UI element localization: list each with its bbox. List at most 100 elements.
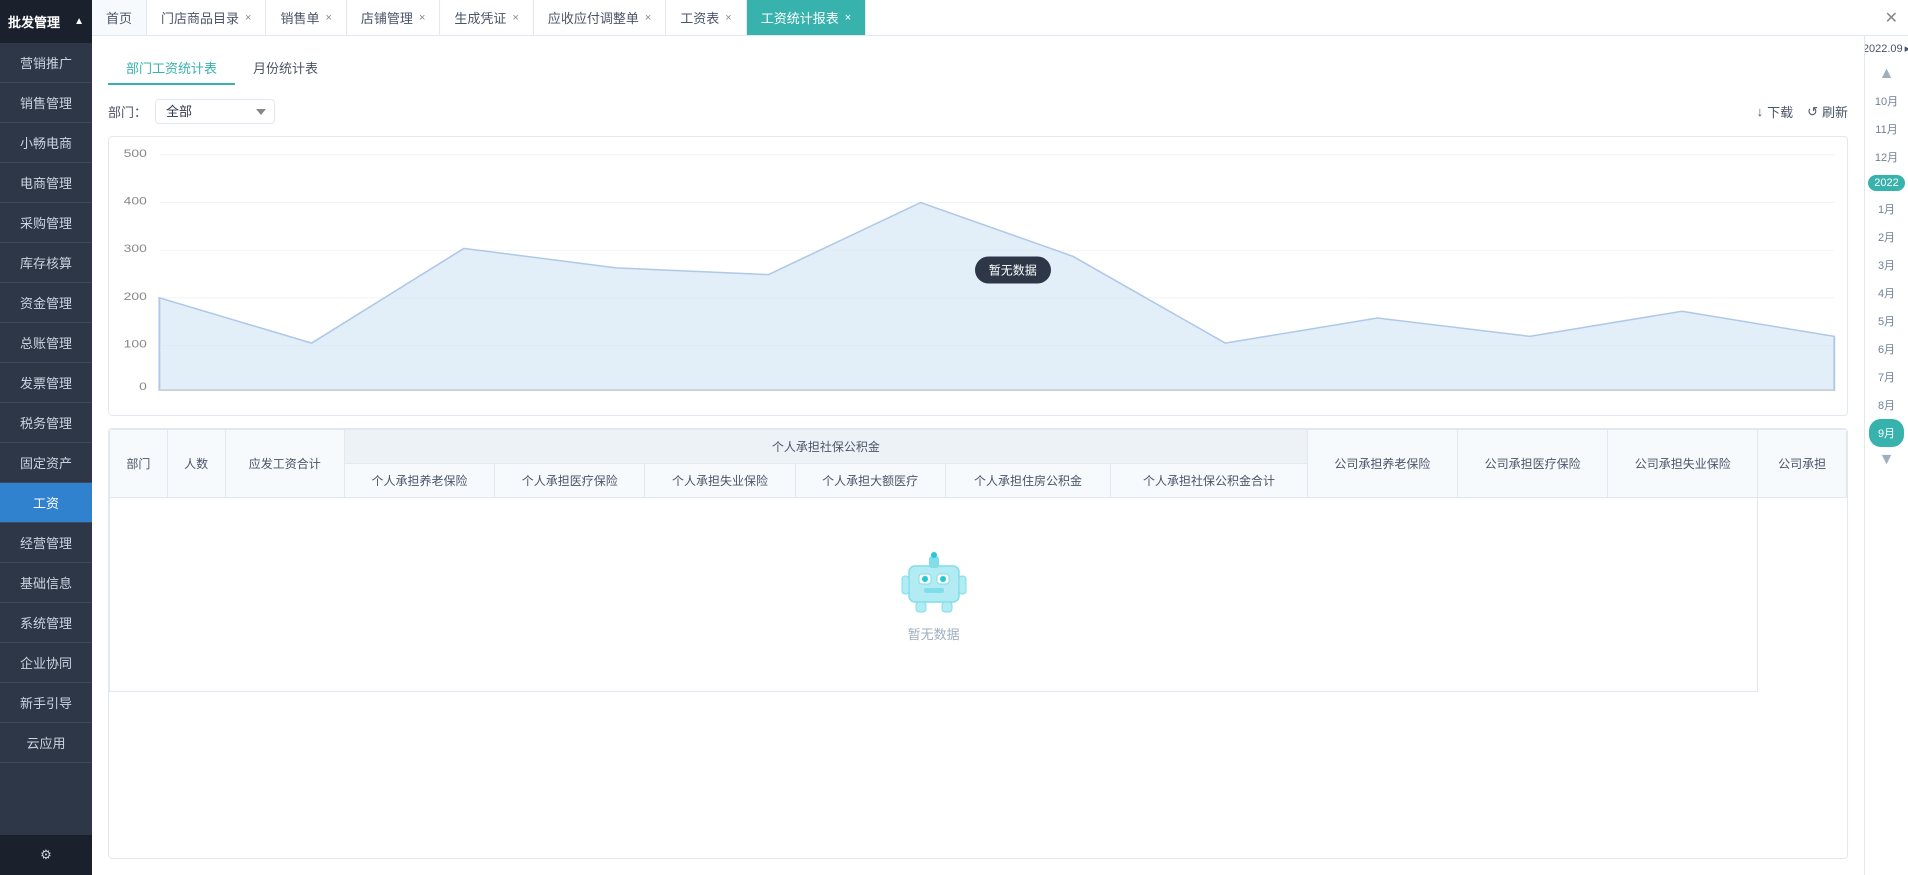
tab-工资统计报表[interactable]: 工资统计报表× xyxy=(747,0,866,35)
sidebar-item-小畅电商[interactable]: 小畅电商 xyxy=(0,123,92,163)
sub-tabs: 部门工资统计表月份统计表 xyxy=(108,52,1848,85)
sidebar-item-工资[interactable]: 工资 xyxy=(0,483,92,523)
th-company-unemployment: 公司承担失业保险 xyxy=(1608,430,1758,498)
sidebar-item-营销推广[interactable]: 营销推广 xyxy=(0,43,92,83)
timeline-month-3[interactable]: 3月 xyxy=(1865,251,1908,279)
tab-bar: 首页门店商品目录×销售单×店铺管理×生成凭证×应收应付调整单×工资表×工资统计报… xyxy=(92,0,1908,36)
timeline-month-1[interactable]: 1月 xyxy=(1865,195,1908,223)
main-area: 首页门店商品目录×销售单×店铺管理×生成凭证×应收应付调整单×工资表×工资统计报… xyxy=(92,0,1908,875)
th-personal-medical: 个人承担医疗保险 xyxy=(495,464,645,498)
timeline-month-4[interactable]: 4月 xyxy=(1865,279,1908,307)
sidebar-toggle-icon: ▲ xyxy=(74,16,84,27)
svg-text:0: 0 xyxy=(139,381,147,393)
tab-首页[interactable]: 首页 xyxy=(92,0,147,35)
sidebar-item-库存核算[interactable]: 库存核算 xyxy=(0,243,92,283)
sidebar-item-系统管理[interactable]: 系统管理 xyxy=(0,603,92,643)
th-count: 人数 xyxy=(167,430,225,498)
sidebar-item-电商管理[interactable]: 电商管理 xyxy=(0,163,92,203)
download-icon: ↓ xyxy=(1757,104,1764,119)
dept-select[interactable]: 全部 xyxy=(155,99,275,124)
data-table: 部门 人数 应发工资合计 个人承担社保公积金 公司承担养老保险 公司承担医疗保险… xyxy=(109,429,1847,692)
tab-close-icon[interactable]: × xyxy=(325,12,331,24)
no-data-tooltip: 暂无数据 xyxy=(975,257,1051,284)
timeline-month-12[interactable]: 12月 xyxy=(1865,143,1908,171)
download-label: 下载 xyxy=(1767,102,1793,121)
tab-销售单[interactable]: 销售单× xyxy=(266,0,346,35)
page-content: 部门工资统计表月份统计表 部门： 全部 ↓ 下载 ↺ 刷新 xyxy=(92,36,1864,875)
sidebar-item-新手引导[interactable]: 新手引导 xyxy=(0,683,92,723)
sub-tab-部门工资统计表[interactable]: 部门工资统计表 xyxy=(108,52,235,85)
timeline-month-11[interactable]: 11月 xyxy=(1865,115,1908,143)
content-area: 部门工资统计表月份统计表 部门： 全部 ↓ 下载 ↺ 刷新 xyxy=(92,36,1908,875)
timeline-month-10[interactable]: 10月 xyxy=(1865,87,1908,115)
sidebar-item-云应用[interactable]: 云应用 xyxy=(0,723,92,763)
sidebar-items: 营销推广销售管理小畅电商电商管理采购管理库存核算资金管理总账管理发票管理税务管理… xyxy=(0,43,92,763)
sidebar-item-发票管理[interactable]: 发票管理 xyxy=(0,363,92,403)
tab-生成凭证[interactable]: 生成凭证 × xyxy=(440,0,533,35)
tab-close-icon[interactable]: × xyxy=(845,12,851,24)
sidebar: 批发管理 ▲ 营销推广销售管理小畅电商电商管理采购管理库存核算资金管理总账管理发… xyxy=(0,0,92,875)
timeline-month-9[interactable]: 9月 xyxy=(1869,419,1904,447)
tab-店铺管理[interactable]: 店铺管理× xyxy=(347,0,440,35)
th-company-medical: 公司承担医疗保险 xyxy=(1457,430,1607,498)
svg-text:100: 100 xyxy=(124,338,147,350)
timeline-month-2[interactable]: 2月 xyxy=(1865,223,1908,251)
th-dept: 部门 xyxy=(110,430,168,498)
dept-label: 部门： xyxy=(108,102,147,121)
tab-close-icon[interactable]: × xyxy=(512,12,518,24)
sidebar-footer[interactable]: ⚙ xyxy=(0,835,92,875)
download-button[interactable]: ↓ 下载 xyxy=(1757,102,1794,121)
refresh-button[interactable]: ↺ 刷新 xyxy=(1807,102,1848,121)
th-personal-big-medical: 个人承担大额医疗 xyxy=(795,464,945,498)
timeline-month-5[interactable]: 5月 xyxy=(1865,307,1908,335)
close-all-button[interactable]: ✕ xyxy=(1875,8,1908,28)
timeline-top-label[interactable]: 2022.09 ▸ xyxy=(1864,36,1908,61)
tabs-container: 首页门店商品目录×销售单×店铺管理×生成凭证×应收应付调整单×工资表×工资统计报… xyxy=(92,0,866,35)
timeline-down-arrow[interactable]: ▼ xyxy=(1875,447,1899,473)
th-personal-unemployment: 个人承担失业保险 xyxy=(645,464,795,498)
sidebar-item-总账管理[interactable]: 总账管理 xyxy=(0,323,92,363)
table-empty-cell: 暂无数据 xyxy=(110,498,1758,692)
th-company-other: 公司承担 xyxy=(1758,430,1847,498)
sidebar-item-固定资产[interactable]: 固定资产 xyxy=(0,443,92,483)
tab-工资表[interactable]: 工资表 × xyxy=(666,0,746,35)
svg-text:500: 500 xyxy=(124,147,147,159)
sidebar-item-经营管理[interactable]: 经营管理 xyxy=(0,523,92,563)
th-personal-pension: 个人承担养老保险 xyxy=(344,464,494,498)
timeline-month-8[interactable]: 8月 xyxy=(1865,391,1908,419)
sidebar-item-基础信息[interactable]: 基础信息 xyxy=(0,563,92,603)
sidebar-item-采购管理[interactable]: 采购管理 xyxy=(0,203,92,243)
sidebar-item-企业协同[interactable]: 企业协同 xyxy=(0,643,92,683)
timeline-up-arrow[interactable]: ▲ xyxy=(1875,61,1899,87)
tab-close-icon[interactable]: × xyxy=(725,12,731,24)
timeline-year-badge[interactable]: 2022 xyxy=(1868,175,1904,191)
table-wrapper[interactable]: 部门 人数 应发工资合计 个人承担社保公积金 公司承担养老保险 公司承担医疗保险… xyxy=(108,428,1848,859)
tab-close-icon[interactable]: × xyxy=(419,12,425,24)
tab-close-icon[interactable]: × xyxy=(245,12,251,24)
th-personal-housing: 个人承担住房公积金 xyxy=(945,464,1111,498)
sidebar-item-资金管理[interactable]: 资金管理 xyxy=(0,283,92,323)
th-total-wage: 应发工资合计 xyxy=(225,430,344,498)
tab-label: 生成凭证 xyxy=(454,8,506,27)
sidebar-item-销售管理[interactable]: 销售管理 xyxy=(0,83,92,123)
sidebar-item-税务管理[interactable]: 税务管理 xyxy=(0,403,92,443)
tab-label: 工资表 xyxy=(680,8,719,27)
tab-应收应付调整单[interactable]: 应收应付调整单 × xyxy=(534,0,666,35)
settings-icon: ⚙ xyxy=(40,847,52,862)
timeline-chevron-icon: ▸ xyxy=(1905,42,1908,55)
sidebar-header[interactable]: 批发管理 ▲ xyxy=(0,0,92,43)
empty-text: 暂无数据 xyxy=(908,624,960,643)
th-personal-social: 个人承担社保公积金 xyxy=(344,430,1307,464)
sidebar-title: 批发管理 xyxy=(8,12,60,31)
tab-close-icon[interactable]: × xyxy=(645,12,651,24)
toolbar-right: ↓ 下载 ↺ 刷新 xyxy=(1757,102,1848,121)
sub-tab-月份统计表[interactable]: 月份统计表 xyxy=(235,52,336,85)
chart-area: 500 400 300 200 100 0 xyxy=(108,136,1848,416)
close-all-icon: ✕ xyxy=(1885,8,1898,28)
timeline-month-7[interactable]: 7月 xyxy=(1865,363,1908,391)
svg-text:300: 300 xyxy=(124,243,147,255)
tab-label: 应收应付调整单 xyxy=(548,8,639,27)
timeline-month-6[interactable]: 6月 xyxy=(1865,335,1908,363)
tab-门店商品目录[interactable]: 门店商品目录× xyxy=(147,0,266,35)
svg-text:200: 200 xyxy=(124,290,147,302)
